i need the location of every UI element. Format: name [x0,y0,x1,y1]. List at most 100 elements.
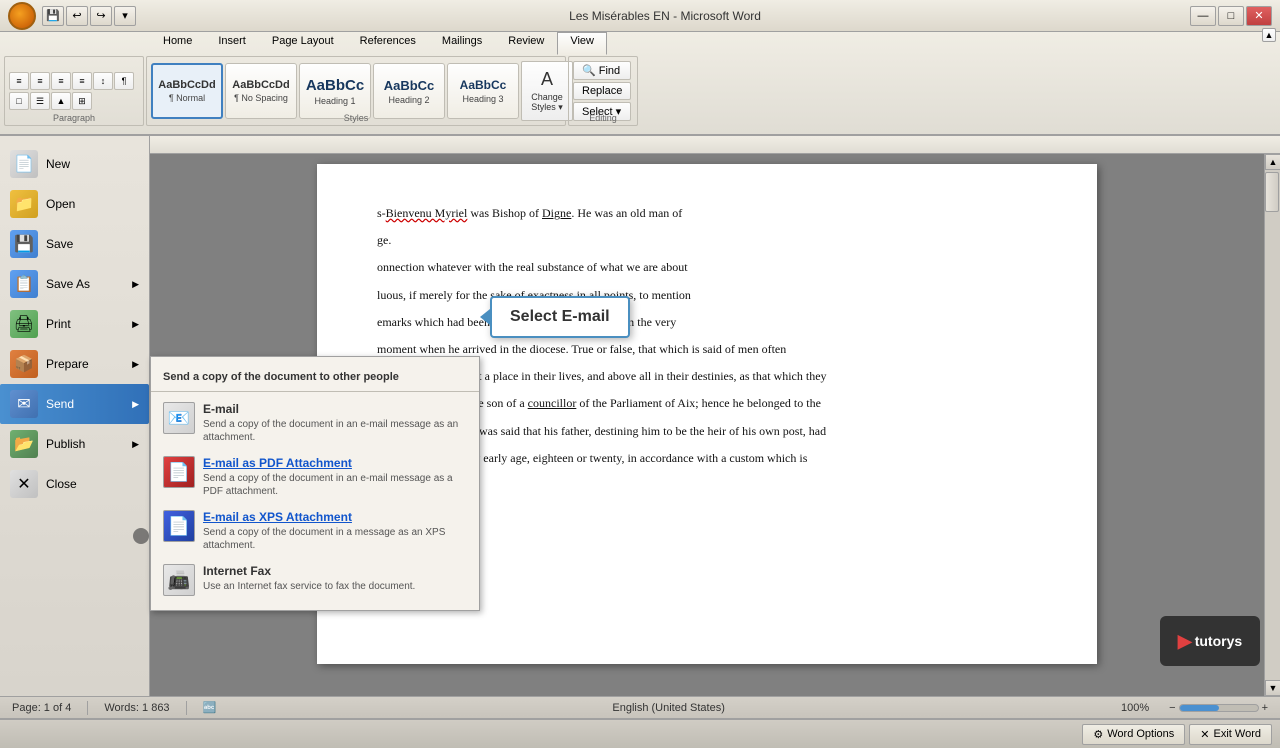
close-doc-icon: ✕ [10,470,38,498]
menu-item-open[interactable]: 📁 Open [0,184,149,224]
scroll-thumb[interactable] [1265,172,1279,212]
styles-buttons: AaBbCcDd ¶ Normal AaBbCcDd ¶ No Spacing … [151,61,573,121]
menu-label-publish: Publish [46,437,85,451]
send-email-xps-item[interactable]: 📄 E-mail as XPS Attachment Send a copy o… [151,504,479,558]
ribbon-tab-bar: Home Insert Page Layout References Maili… [0,32,1280,54]
scroll-down-btn[interactable]: ▼ [1265,680,1280,696]
tab-insert[interactable]: Insert [205,32,259,54]
doc-paragraph-6: emarks which had been in circulation abo… [377,313,1037,332]
menu-item-publish[interactable]: 📂 Publish ▶ [0,424,149,464]
zoom-status: 100% [1117,702,1153,714]
show-para-btn[interactable]: ¶ [114,72,134,90]
status-bar: Page: 1 of 4 Words: 1 863 🔤 English (Uni… [0,696,1280,718]
style-no-spacing-preview: AaBbCcDd [232,79,289,91]
doc-bienvenu: Bienvenu Myriel [386,206,468,220]
word-options-icon: ⚙ [1093,728,1103,741]
style-no-spacing-btn[interactable]: AaBbCcDd ¶ No Spacing [225,63,297,119]
menu-item-close[interactable]: ✕ Close [0,464,149,504]
search-icon: 🔍 [582,65,596,77]
send-email-item[interactable]: 📧 E-mail Send a copy of the document in … [151,396,479,450]
tab-page-layout[interactable]: Page Layout [259,32,347,54]
email-pdf-desc: Send a copy of the document in an e-mail… [203,472,467,498]
style-heading1-preview: AaBbCc [306,77,364,94]
undo-btn[interactable]: ↩ [66,6,88,26]
open-icon: 📁 [10,190,38,218]
style-heading1-label: Heading 1 [314,96,355,106]
style-heading3-btn[interactable]: AaBbCc Heading 3 [447,63,519,119]
maximize-btn[interactable]: □ [1218,6,1244,26]
minimize-btn[interactable]: — [1190,6,1216,26]
vertical-scrollbar[interactable]: ▲ ▼ [1264,154,1280,696]
email-icon: 📧 [163,402,195,434]
style-normal-btn[interactable]: AaBbCcDd ¶ Normal [151,63,223,119]
editing-group-label: Editing [569,113,637,123]
change-styles-icon: A [541,69,553,90]
menu-item-print[interactable]: 🖨 Print ▶ [0,304,149,344]
tab-review[interactable]: Review [495,32,557,54]
close-btn[interactable]: ✕ [1246,6,1272,26]
menu-item-send[interactable]: ✉ Send ▶ [0,384,149,424]
word-options-btn[interactable]: ⚙ Word Options [1082,724,1185,745]
align-left-btn[interactable]: ≡ [9,72,29,90]
save-quick-btn[interactable]: 💾 [42,6,64,26]
menu-label-print: Print [46,317,71,331]
align-center-btn[interactable]: ≡ [30,72,50,90]
paragraph-buttons: ≡ ≡ ≡ ≡ ↕ ¶ □ ☰ ▲ ⊞ [9,72,134,110]
zoom-slider[interactable]: − + [1165,702,1272,714]
dropdown-btn[interactable]: ▾ [114,6,136,26]
zoom-track[interactable] [1179,704,1259,712]
ribbon-collapse-btn[interactable]: ▲ [1262,28,1276,42]
tab-mailings[interactable]: Mailings [429,32,495,54]
menu-item-save-as[interactable]: 📋 Save As ▶ [0,264,149,304]
justify-btn[interactable]: ≡ [72,72,92,90]
shading-btn[interactable]: ▲ [51,92,71,110]
send-icon: ✉ [10,390,38,418]
send-fax-item[interactable]: 📠 Internet Fax Use an Internet fax servi… [151,558,479,602]
change-styles-btn[interactable]: A ChangeStyles ▾ [521,61,573,121]
email-text: E-mail Send a copy of the document in an… [203,402,467,444]
exit-word-btn[interactable]: ✕ Exit Word [1189,724,1272,745]
editing-group: 🔍 Find Replace Select ▾ Editing [568,56,638,126]
fax-icon: 📠 [163,564,195,596]
list-btn[interactable]: ☰ [30,92,50,110]
line-spacing-btn[interactable]: ↕ [93,72,113,90]
zoom-in-btn[interactable]: + [1262,702,1268,714]
tab-references[interactable]: References [347,32,429,54]
menu-item-save[interactable]: 💾 Save [0,224,149,264]
tab-view[interactable]: View [557,32,607,55]
tutorys-watermark: ▶ tutorys [1160,616,1260,666]
style-heading3-label: Heading 3 [462,94,503,104]
status-div-1 [87,701,88,715]
email-xps-icon: 📄 [163,510,195,542]
exit-word-label: Exit Word [1214,728,1261,740]
scroll-up-btn[interactable]: ▲ [1265,154,1280,170]
email-xps-desc: Send a copy of the document in a message… [203,526,467,552]
indent-btn[interactable]: ⊞ [72,92,92,110]
replace-btn[interactable]: Replace [573,82,631,100]
print-arrow: ▶ [132,319,139,330]
email-xps-title: E-mail as XPS Attachment [203,510,467,524]
doc-councillor: councillor [528,396,577,410]
email-pdf-text: E-mail as PDF Attachment Send a copy of … [203,456,467,498]
office-logo[interactable] [8,2,36,30]
zoom-out-btn[interactable]: − [1169,702,1175,714]
send-email-pdf-item[interactable]: 📄 E-mail as PDF Attachment Send a copy o… [151,450,479,504]
lang-status: English (United States) [608,702,729,714]
tab-home[interactable]: Home [150,32,205,54]
menu-item-new[interactable]: 📄 New [0,144,149,184]
style-heading2-btn[interactable]: AaBbCc Heading 2 [373,63,445,119]
styles-group-label: Styles [147,113,565,123]
window-controls: — □ ✕ [1190,6,1272,26]
redo-btn[interactable]: ↪ [90,6,112,26]
find-btn[interactable]: 🔍 Find [573,61,631,80]
email-pdf-icon: 📄 [163,456,195,488]
menu-item-prepare[interactable]: 📦 Prepare ▶ [0,344,149,384]
spell-icon[interactable]: 🔤 [199,701,221,714]
menu-label-prepare: Prepare [46,357,89,371]
doc-paragraph-5: luous, if merely for the sake of exactne… [377,286,1037,305]
border-btn[interactable]: □ [9,92,29,110]
align-right-btn[interactable]: ≡ [51,72,71,90]
quick-access-toolbar: 💾 ↩ ↪ ▾ [42,6,136,26]
style-heading1-btn[interactable]: AaBbCc Heading 1 [299,63,371,119]
doc-text-1b: was Bishop of [467,206,542,220]
